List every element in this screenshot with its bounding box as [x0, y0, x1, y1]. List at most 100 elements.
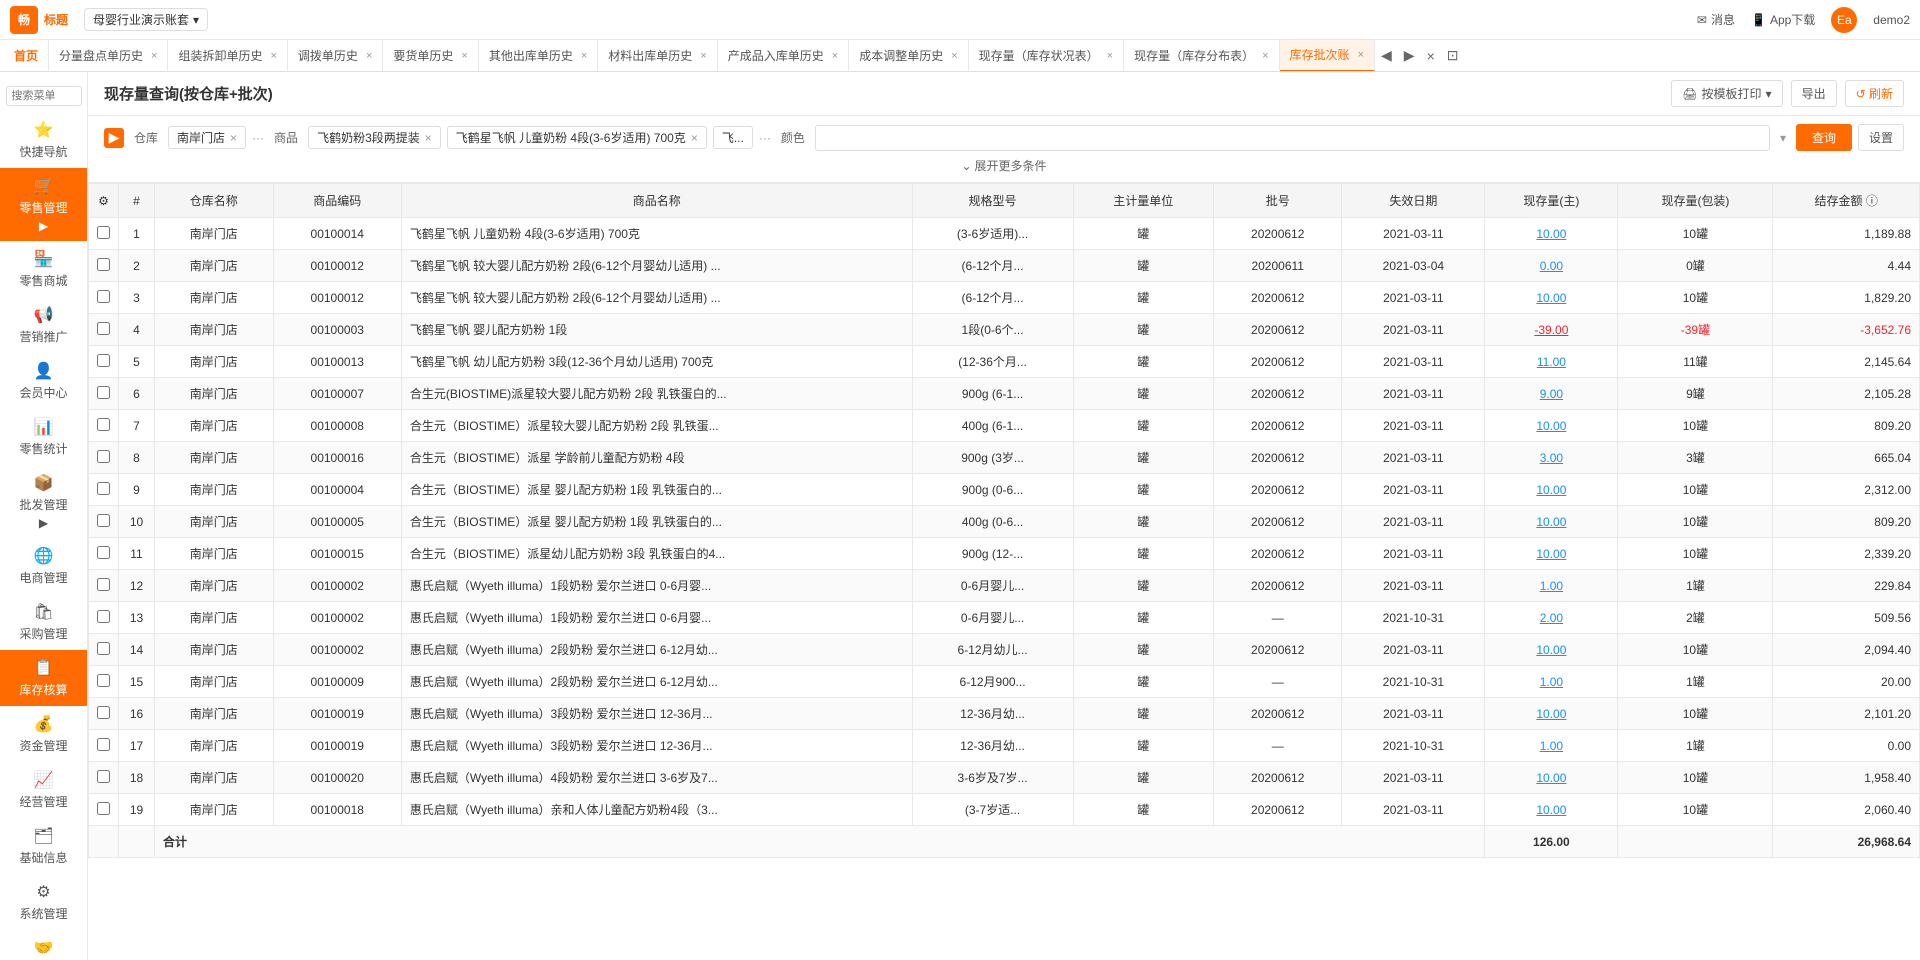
row-qty-main[interactable]: 1.00: [1485, 730, 1618, 762]
row-checkbox[interactable]: [97, 514, 110, 527]
row-checkbox[interactable]: [97, 258, 110, 271]
workspace-selector[interactable]: 母婴行业演示账套 ▾: [84, 8, 208, 31]
row-check[interactable]: [89, 794, 119, 826]
sidebar-item-ops[interactable]: 📈 经营管理: [0, 762, 88, 818]
row-checkbox[interactable]: [97, 706, 110, 719]
tab-chengpin[interactable]: 产成品入库单历史 ×: [718, 40, 849, 72]
row-qty-main[interactable]: 0.00: [1485, 250, 1618, 282]
warehouse-more[interactable]: ···: [252, 131, 264, 145]
row-check[interactable]: [89, 570, 119, 602]
product-more[interactable]: ···: [759, 131, 771, 145]
row-checkbox[interactable]: [97, 642, 110, 655]
export-button[interactable]: 导出: [1791, 80, 1837, 107]
settings-button[interactable]: 设置: [1858, 124, 1904, 151]
tab-yaohe[interactable]: 要货单历史 ×: [383, 40, 478, 72]
row-check[interactable]: [89, 378, 119, 410]
sidebar-item-member[interactable]: 👤 会员中心: [0, 353, 88, 409]
row-check[interactable]: [89, 218, 119, 250]
product-tag-2-remove[interactable]: ×: [691, 131, 698, 145]
tab-close-chengben[interactable]: ×: [951, 50, 957, 62]
tab-close-zuche[interactable]: ×: [270, 50, 276, 62]
refresh-button[interactable]: ↺ 刷新: [1845, 80, 1904, 107]
th-settings[interactable]: ⚙: [89, 184, 119, 218]
sidebar-item-finance[interactable]: 💰 资金管理: [0, 706, 88, 762]
tab-pieci[interactable]: 库存批次账 ×: [1280, 40, 1375, 72]
row-check[interactable]: [89, 474, 119, 506]
tab-home[interactable]: 首页: [4, 40, 49, 72]
sidebar-item-ecommerce[interactable]: 🌐 电商管理: [0, 538, 88, 594]
query-button[interactable]: 查询: [1796, 124, 1852, 151]
tab-prev-btn[interactable]: ◀: [1375, 40, 1398, 72]
table-container[interactable]: ⚙ # 仓库名称 商品编码 商品名称 规格型号 主计量单位 批号 失效日期 现存…: [88, 183, 1920, 960]
row-checkbox[interactable]: [97, 354, 110, 367]
row-qty-main[interactable]: 10.00: [1485, 506, 1618, 538]
tab-fenpan[interactable]: 分量盘点单历史 ×: [49, 40, 168, 72]
tab-close-all-btn[interactable]: ×: [1421, 40, 1441, 72]
sidebar-item-purchase[interactable]: 🛍 采购管理: [0, 594, 88, 650]
sidebar-item-inventory[interactable]: 📋 库存核算: [0, 650, 88, 706]
tab-zuche[interactable]: 组装拆卸单历史 ×: [168, 40, 287, 72]
tab-next-btn[interactable]: ▶: [1398, 40, 1421, 72]
row-check[interactable]: [89, 506, 119, 538]
row-check[interactable]: [89, 698, 119, 730]
sidebar-item-system[interactable]: ⚙ 系统管理: [0, 874, 88, 930]
message-button[interactable]: ✉ 消息: [1697, 11, 1735, 28]
sidebar-item-retail-stat[interactable]: 📊 零售统计: [0, 409, 88, 465]
row-checkbox[interactable]: [97, 546, 110, 559]
tab-tiaopi[interactable]: 调拨单历史 ×: [288, 40, 383, 72]
row-qty-main[interactable]: 3.00: [1485, 442, 1618, 474]
row-check[interactable]: [89, 250, 119, 282]
row-qty-main[interactable]: 10.00: [1485, 538, 1618, 570]
row-check[interactable]: [89, 314, 119, 346]
filter-expand-button[interactable]: ▶: [104, 128, 124, 148]
row-qty-main[interactable]: 1.00: [1485, 666, 1618, 698]
row-checkbox[interactable]: [97, 386, 110, 399]
row-qty-main[interactable]: 11.00: [1485, 346, 1618, 378]
row-checkbox[interactable]: [97, 450, 110, 463]
tab-close-tiaopi[interactable]: ×: [366, 50, 372, 62]
row-qty-main[interactable]: 2.00: [1485, 602, 1618, 634]
tab-close-qita[interactable]: ×: [581, 50, 587, 62]
row-qty-main[interactable]: 10.00: [1485, 282, 1618, 314]
tab-xianzai2[interactable]: 现存量（库存分布表） ×: [1124, 40, 1279, 72]
sidebar-item-wholesale[interactable]: 📦 批发管理 ▶: [0, 465, 88, 538]
search-input[interactable]: [6, 86, 82, 106]
product-tag-1-remove[interactable]: ×: [425, 131, 432, 145]
sidebar-item-shortcut[interactable]: ⭐ 快捷导航: [0, 112, 88, 168]
row-qty-main[interactable]: 10.00: [1485, 218, 1618, 250]
sidebar-item-collab[interactable]: 🤝 企业协同: [0, 930, 88, 960]
avatar[interactable]: Ea: [1831, 7, 1857, 33]
row-checkbox[interactable]: [97, 290, 110, 303]
expand-more-button[interactable]: ⌄ 展开更多条件: [961, 157, 1046, 174]
tab-close-cailiao[interactable]: ×: [700, 50, 706, 62]
row-check[interactable]: [89, 602, 119, 634]
product-tag-more[interactable]: 飞...: [713, 126, 753, 149]
row-check[interactable]: [89, 410, 119, 442]
row-checkbox[interactable]: [97, 674, 110, 687]
row-checkbox[interactable]: [97, 802, 110, 815]
row-check[interactable]: [89, 346, 119, 378]
row-checkbox[interactable]: [97, 418, 110, 431]
product-tag-1[interactable]: 飞鹤奶粉3段两提装 ×: [308, 126, 441, 149]
row-check[interactable]: [89, 666, 119, 698]
row-qty-main[interactable]: -39.00: [1485, 314, 1618, 346]
warehouse-tag[interactable]: 南岸门店 ×: [168, 126, 246, 149]
row-qty-main[interactable]: 10.00: [1485, 698, 1618, 730]
template-print-button[interactable]: 🖨 按模板打印 ▾: [1671, 80, 1782, 107]
row-qty-main[interactable]: 10.00: [1485, 762, 1618, 794]
tab-close-fenpan[interactable]: ×: [151, 50, 157, 62]
tab-expand-btn[interactable]: ⊡: [1441, 40, 1465, 72]
row-checkbox[interactable]: [97, 578, 110, 591]
color-filter-input[interactable]: [815, 125, 1770, 151]
tab-cailiao[interactable]: 材料出库单历史 ×: [598, 40, 717, 72]
row-qty-main[interactable]: 9.00: [1485, 378, 1618, 410]
sidebar-item-retail-shop[interactable]: 🏪 零售商城: [0, 241, 88, 297]
row-qty-main[interactable]: 1.00: [1485, 570, 1618, 602]
sidebar-item-basic[interactable]: 🗂 基础信息: [0, 818, 88, 874]
tab-close-chengpin[interactable]: ×: [832, 50, 838, 62]
row-checkbox[interactable]: [97, 610, 110, 623]
row-checkbox[interactable]: [97, 482, 110, 495]
row-qty-main[interactable]: 10.00: [1485, 410, 1618, 442]
tab-chengben[interactable]: 成本调整单历史 ×: [849, 40, 968, 72]
app-download-button[interactable]: 📱 App下载: [1751, 11, 1815, 28]
